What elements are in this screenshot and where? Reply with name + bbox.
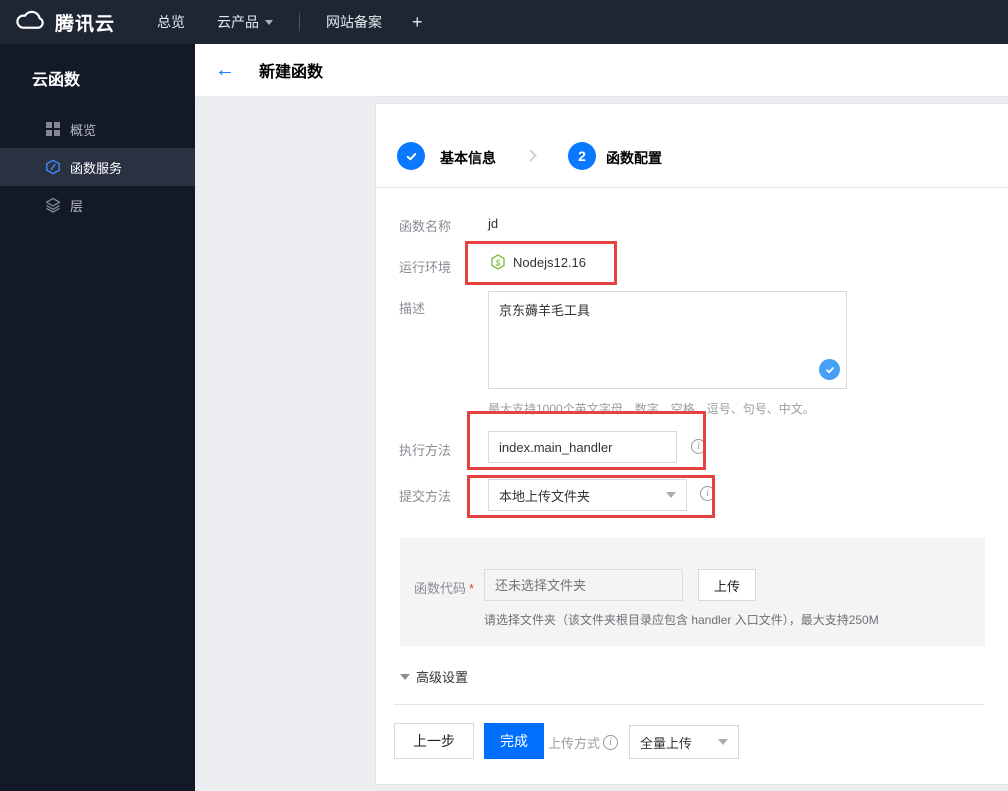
step1-label: 基本信息 — [440, 150, 496, 166]
valid-check-icon — [819, 359, 840, 380]
nav-overview[interactable]: 总览 — [141, 0, 201, 44]
description-hint: 最大支持1000个英文字母、数字、空格、逗号、句号、中文。 — [488, 402, 815, 416]
upload-mode-select[interactable]: 全量上传 — [629, 725, 739, 759]
back-arrow-icon[interactable]: ← — [215, 60, 235, 80]
description-textarea[interactable]: 京东薅羊毛工具 — [488, 291, 847, 389]
grid-icon — [45, 121, 61, 137]
add-tab-button[interactable]: + — [398, 12, 437, 33]
footer-divider — [394, 704, 984, 705]
function-config-card: 基本信息 2 函数配置 函数名称 jd 运行环境 Nodejs12.16 描述 … — [375, 103, 1008, 785]
advanced-settings-toggle[interactable]: 高级设置 — [400, 667, 468, 686]
page-header: ← 新建函数 — [195, 44, 1008, 97]
required-asterisk: * — [469, 581, 475, 596]
upload-mode-info-icon[interactable] — [603, 735, 619, 750]
nav-icp-record[interactable]: 网站备案 — [310, 0, 398, 44]
function-name-label: 函数名称 — [399, 219, 452, 234]
nodejs-icon — [490, 254, 506, 270]
sidebar-item-overview[interactable]: 概览 — [0, 110, 195, 148]
folder-path-input[interactable] — [484, 569, 683, 601]
handler-info-icon[interactable] — [691, 439, 706, 454]
sidebar-title: 云函数 — [32, 72, 81, 89]
select-caret-icon — [718, 739, 728, 745]
submit-method-select[interactable]: 本地上传文件夹 — [488, 479, 687, 511]
step1-check-icon — [397, 142, 425, 170]
tencent-cloud-logo[interactable]: 腾讯云 — [0, 9, 141, 36]
topbar: 腾讯云 总览 云产品 网站备案 + — [0, 0, 1008, 44]
handler-label: 执行方法 — [399, 443, 452, 458]
function-code-label: 函数代码 * — [414, 581, 475, 596]
select-caret-icon — [666, 492, 676, 498]
brand-name: 腾讯云 — [55, 13, 116, 35]
upload-mode-label: 上传方式 — [548, 733, 619, 752]
function-code-hint: 请选择文件夹（该文件夹根目录应包含 handler 入口文件），最大支持250M — [484, 613, 879, 627]
step2-label: 函数配置 — [606, 150, 662, 166]
wizard-steps: 基本信息 2 函数配置 — [376, 104, 1008, 188]
sidebar: 云函数 概览 函数服务 层 — [0, 44, 195, 791]
handler-input[interactable] — [488, 431, 677, 463]
description-label: 描述 — [399, 301, 426, 316]
step-separator-icon — [524, 149, 537, 162]
previous-step-button[interactable]: 上一步 — [394, 723, 474, 759]
runtime-value: Nodejs12.16 — [513, 254, 586, 270]
upload-button[interactable]: 上传 — [698, 569, 756, 601]
function-code-section: 函数代码* 上传 请选择文件夹（该文件夹根目录应包含 handler 入口文件）… — [400, 538, 985, 646]
submit-method-label: 提交方法 — [399, 489, 452, 504]
cloud-logo-icon — [14, 9, 47, 35]
top-nav: 总览 云产品 网站备案 + — [141, 0, 437, 44]
chevron-down-icon — [265, 19, 274, 25]
nav-separator — [299, 13, 301, 31]
nav-cloud-products[interactable]: 云产品 — [201, 0, 289, 44]
submit-method-info-icon[interactable] — [700, 486, 715, 501]
triangle-down-icon — [400, 673, 410, 680]
function-hexagon-icon — [45, 159, 61, 175]
finish-button[interactable]: 完成 — [484, 723, 544, 759]
function-name-value: jd — [488, 216, 499, 231]
runtime-value-row: Nodejs12.16 — [490, 254, 586, 270]
sidebar-item-function-service[interactable]: 函数服务 — [0, 148, 195, 186]
runtime-label: 运行环境 — [399, 260, 452, 275]
layers-icon — [45, 197, 61, 213]
step2-number: 2 — [568, 142, 596, 170]
sidebar-item-layers[interactable]: 层 — [0, 186, 195, 224]
page-title: 新建函数 — [259, 64, 324, 81]
